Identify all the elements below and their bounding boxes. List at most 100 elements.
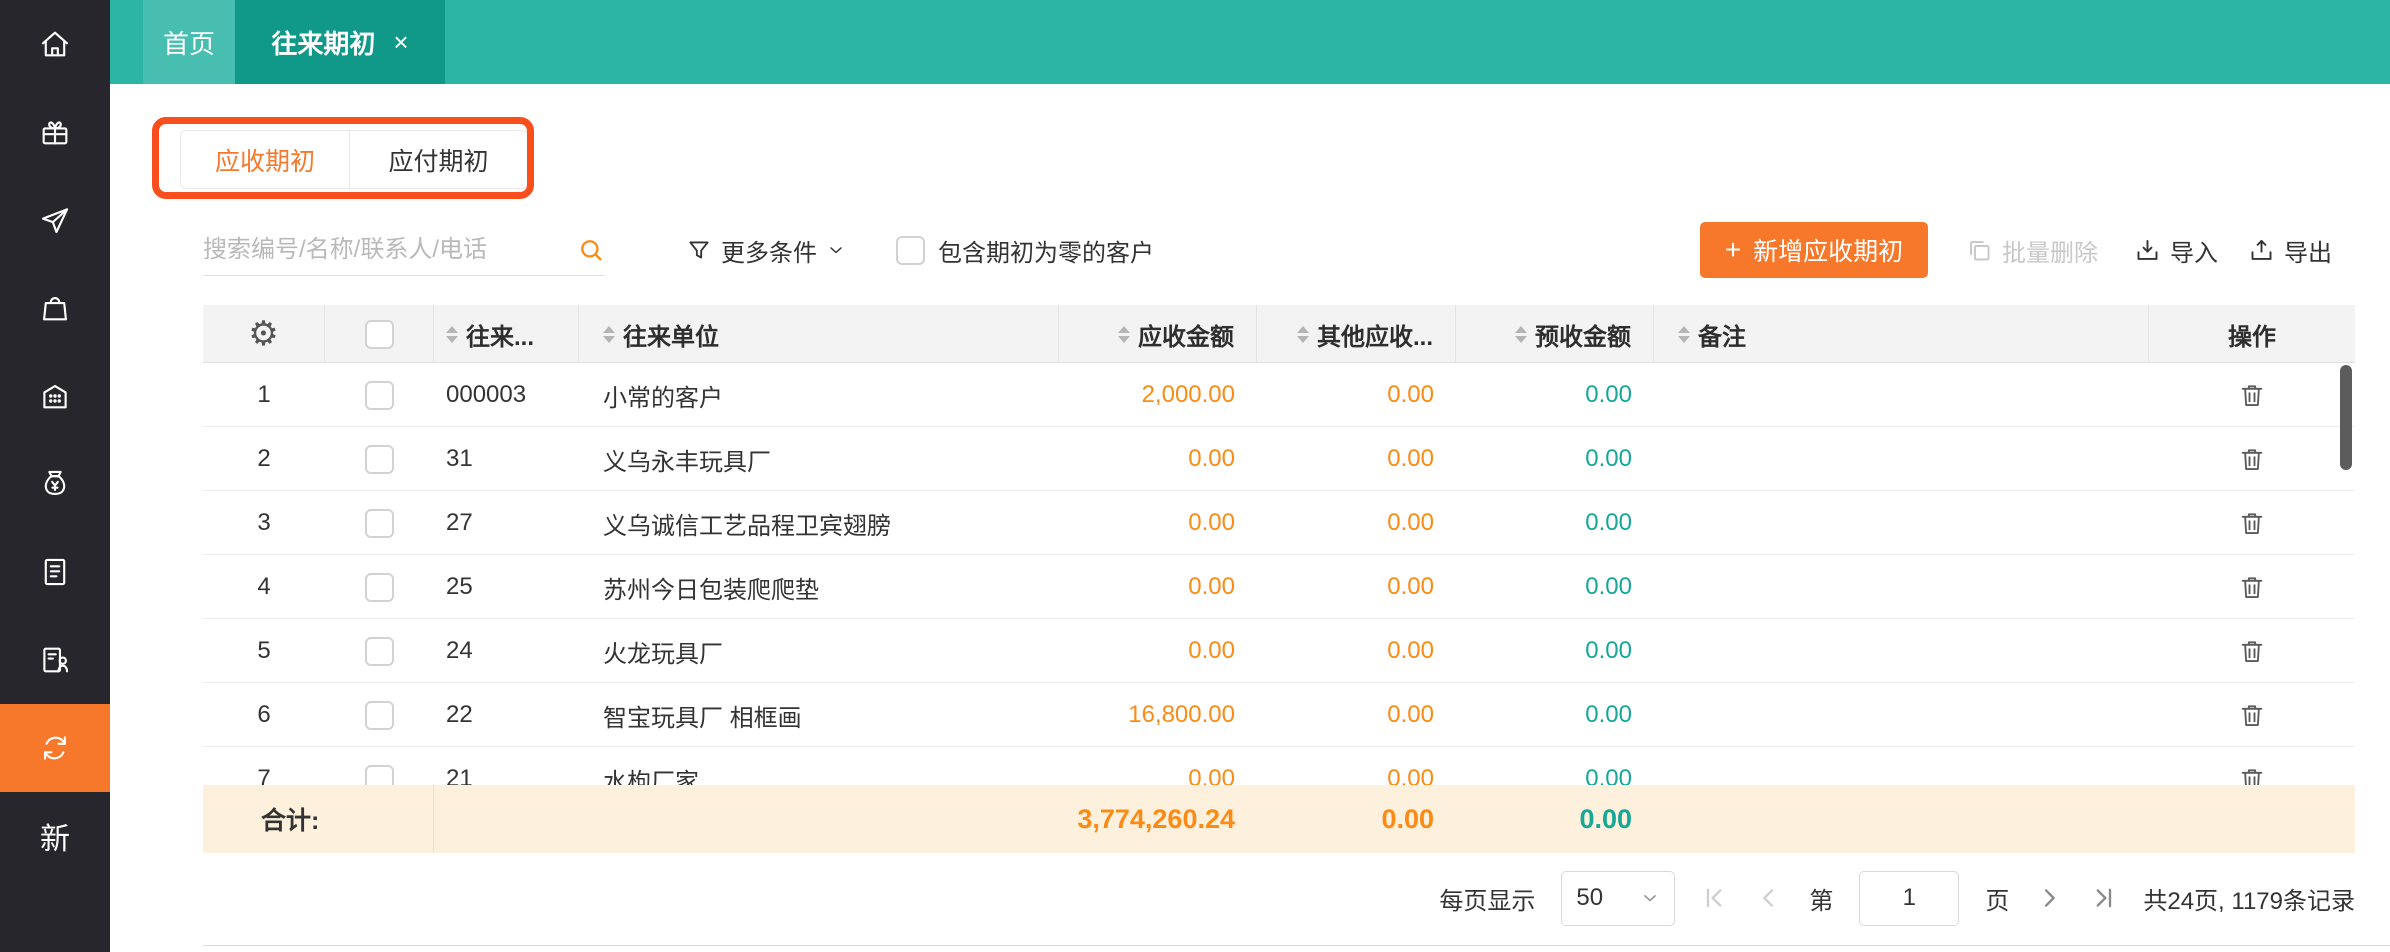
per-page-value: 50 xyxy=(1576,884,1603,912)
add-receivable-button[interactable]: + 新增应收期初 xyxy=(1700,222,1928,278)
more-filters-button[interactable]: 更多条件 xyxy=(686,224,846,276)
row-receivable: 0.00 xyxy=(1059,427,1257,491)
next-page-button[interactable] xyxy=(2035,884,2063,912)
new-badge-icon: 新 xyxy=(40,814,70,858)
delete-row-button[interactable] xyxy=(2237,380,2267,410)
page-tabs: 应收期初 应付期初 xyxy=(180,130,528,189)
row-other-receivable: 0.00 xyxy=(1257,427,1456,491)
delete-row-button[interactable] xyxy=(2237,636,2267,666)
row-other-receivable: 0.00 xyxy=(1257,491,1456,555)
row-code: 25 xyxy=(434,555,579,619)
sidebar-item-purchase[interactable] xyxy=(0,264,110,352)
total-records-label: 共24页, 1179条记录 xyxy=(2143,881,2355,916)
search-icon[interactable] xyxy=(577,236,605,264)
trash-icon xyxy=(2237,508,2267,538)
sort-icon xyxy=(1515,326,1527,343)
pagination-bar: 每页显示 50 第 页 共24页, 1179条记录 xyxy=(203,869,2355,927)
close-tab-icon[interactable]: × xyxy=(393,27,408,58)
row-code: 22 xyxy=(434,683,579,747)
row-name: 火龙玩具厂 xyxy=(579,619,1059,683)
row-prepaid: 0.00 xyxy=(1456,491,1654,555)
sidebar-item-new[interactable]: 新 xyxy=(0,792,110,880)
row-checkbox[interactable] xyxy=(365,573,394,602)
table-row: 5 24 火龙玩具厂 0.00 0.00 0.00 xyxy=(203,619,2355,683)
sidebar-item-contacts[interactable] xyxy=(0,616,110,704)
send-money-icon xyxy=(38,203,72,237)
page-number-input[interactable] xyxy=(1859,871,1959,926)
row-name: 苏州今日包装爬爬垫 xyxy=(579,555,1059,619)
header-code[interactable]: 往来... xyxy=(434,305,579,363)
sort-icon xyxy=(603,326,615,343)
per-page-select[interactable]: 50 xyxy=(1561,871,1675,926)
main-content: 应收期初 应付期初 更多条件 包含期初为零的客户 + 新增应收期初 批量删除 xyxy=(110,84,2390,952)
export-icon xyxy=(2248,237,2275,264)
select-all-checkbox[interactable] xyxy=(365,320,394,349)
include-zero-checkbox[interactable] xyxy=(896,236,925,265)
header-receivable[interactable]: 应收金额 xyxy=(1059,305,1257,363)
search-box xyxy=(203,224,605,276)
sidebar-item-opening-balance[interactable] xyxy=(0,704,110,792)
row-checkbox[interactable] xyxy=(365,701,394,730)
header-settings[interactable]: ⚙ xyxy=(203,305,325,363)
sidebar-item-orders[interactable] xyxy=(0,528,110,616)
row-receivable: 16,800.00 xyxy=(1059,683,1257,747)
topbar-tab-home[interactable]: 首页 xyxy=(143,0,235,84)
table-header: ⚙ 往来... 往来单位 应收金额 其他应收... 预收金额 备注 操作 xyxy=(203,305,2355,363)
delete-row-button[interactable] xyxy=(2237,444,2267,474)
factory-icon xyxy=(38,379,72,413)
prev-page-button[interactable] xyxy=(1755,884,1783,912)
sidebar-item-products[interactable] xyxy=(0,88,110,176)
header-name[interactable]: 往来单位 xyxy=(579,305,1059,363)
chevron-down-icon xyxy=(826,240,846,260)
more-filters-label: 更多条件 xyxy=(721,233,817,268)
sort-icon xyxy=(446,326,458,343)
filter-funnel-icon xyxy=(686,237,712,263)
table-row: 3 27 义乌诚信工艺品程卫宾翅膀 0.00 0.00 0.00 xyxy=(203,491,2355,555)
import-button[interactable]: 导入 xyxy=(2134,222,2218,278)
export-button[interactable]: 导出 xyxy=(2248,222,2332,278)
tab-receivable-opening[interactable]: 应收期初 xyxy=(181,131,349,188)
batch-delete-button[interactable]: 批量删除 xyxy=(1966,222,2098,278)
row-checkbox[interactable] xyxy=(365,381,394,410)
summary-row: 合计: 3,774,260.24 0.00 0.00 xyxy=(203,785,2355,853)
add-receivable-label: 新增应收期初 xyxy=(1753,232,1903,268)
sidebar-item-warehouse[interactable] xyxy=(0,352,110,440)
delete-row-button[interactable] xyxy=(2237,764,2267,785)
search-input[interactable] xyxy=(203,236,577,264)
trash-icon xyxy=(2237,636,2267,666)
header-other-receivable[interactable]: 其他应收... xyxy=(1257,305,1456,363)
include-zero-filter: 包含期初为零的客户 xyxy=(896,224,1154,276)
sidebar-item-home[interactable] xyxy=(0,0,110,88)
row-prepaid: 0.00 xyxy=(1456,363,1654,427)
first-page-icon xyxy=(1701,884,1729,912)
tab-payable-opening[interactable]: 应付期初 xyxy=(349,131,527,188)
row-remark xyxy=(1654,491,2149,555)
summary-label: 合计: xyxy=(203,785,434,853)
table-scrollbar[interactable] xyxy=(2340,365,2352,470)
table-row: 2 31 义乌永丰玩具厂 0.00 0.00 0.00 xyxy=(203,427,2355,491)
row-checkbox[interactable] xyxy=(365,765,394,786)
delete-row-button[interactable] xyxy=(2237,508,2267,538)
table-row: 7 21 水枸厂家 0.00 0.00 0.00 xyxy=(203,747,2355,785)
row-index: 5 xyxy=(203,619,325,683)
batch-delete-icon xyxy=(1966,237,1993,264)
row-checkbox[interactable] xyxy=(365,445,394,474)
row-remark xyxy=(1654,427,2149,491)
sidebar-item-finance[interactable] xyxy=(0,440,110,528)
row-checkbox[interactable] xyxy=(365,637,394,666)
bottom-divider xyxy=(203,945,2390,946)
delete-row-button[interactable] xyxy=(2237,572,2267,602)
row-checkbox[interactable] xyxy=(365,509,394,538)
topbar-tab-active[interactable]: 往来期初 × xyxy=(235,0,445,84)
first-page-button[interactable] xyxy=(1701,884,1729,912)
header-prepaid[interactable]: 预收金额 xyxy=(1456,305,1654,363)
last-page-button[interactable] xyxy=(2089,884,2117,912)
last-page-icon xyxy=(2089,884,2117,912)
chevron-down-icon xyxy=(1640,888,1660,908)
header-remark[interactable]: 备注 xyxy=(1654,305,2149,363)
home-icon xyxy=(38,27,72,61)
delete-row-button[interactable] xyxy=(2237,700,2267,730)
per-page-label: 每页显示 xyxy=(1439,881,1535,916)
sidebar-item-sales[interactable] xyxy=(0,176,110,264)
row-receivable: 0.00 xyxy=(1059,491,1257,555)
